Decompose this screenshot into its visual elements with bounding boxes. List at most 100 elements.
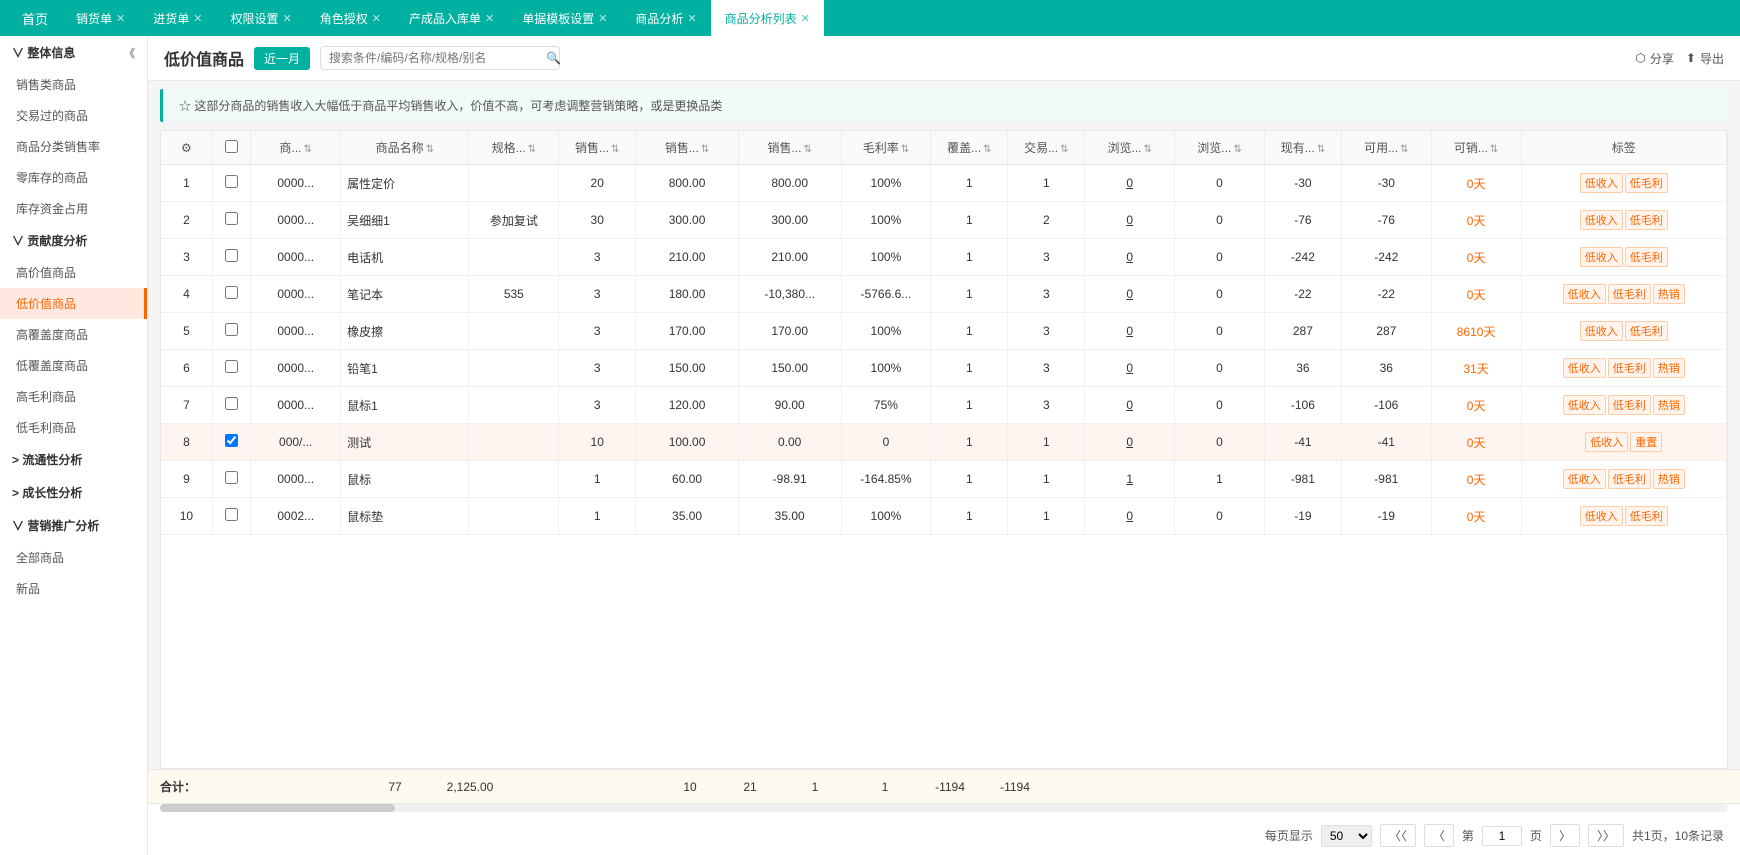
th-browse1[interactable]: 浏览...⇅ xyxy=(1085,131,1175,165)
sidebar-item-category-sales-rate[interactable]: 商品分类销售率 xyxy=(0,131,147,162)
cell-stock2: 287 xyxy=(1341,313,1431,350)
browse-link[interactable]: 0 xyxy=(1126,213,1133,227)
nav-role-auth[interactable]: 角色授权✕ xyxy=(306,0,395,36)
sidebar-item-low-coverage[interactable]: 低覆盖度商品 xyxy=(0,350,147,381)
row-checkbox[interactable] xyxy=(225,471,238,484)
prev-page-btn[interactable]: 〈 xyxy=(1424,824,1454,847)
total-stock1: -1194 xyxy=(920,780,980,794)
export-btn[interactable]: ⬆ 导出 xyxy=(1686,50,1724,67)
nav-close-icon[interactable]: ✕ xyxy=(372,12,381,25)
browse-link[interactable]: 0 xyxy=(1126,324,1133,338)
th-spec[interactable]: 规格...⇅ xyxy=(469,131,559,165)
th-settings[interactable]: ⚙ xyxy=(161,131,212,165)
first-page-btn[interactable]: 〈〈 xyxy=(1380,824,1416,847)
sidebar-collapse-icon[interactable]: 《 xyxy=(124,45,135,61)
nav-template[interactable]: 单据模板设置✕ xyxy=(508,0,621,36)
sidebar-section-overview[interactable]: ∨ 整体信息 《 xyxy=(0,36,147,69)
browse-link[interactable]: 0 xyxy=(1126,250,1133,264)
browse-link[interactable]: 0 xyxy=(1126,176,1133,190)
nav-close-icon[interactable]: ✕ xyxy=(801,12,810,25)
cell-cover: 1 xyxy=(931,276,1008,313)
th-sales-qty[interactable]: 销售...⇅ xyxy=(559,131,636,165)
row-checkbox[interactable] xyxy=(225,249,238,262)
nav-purchase-order[interactable]: 进货单✕ xyxy=(139,0,216,36)
next-page-btn[interactable]: 〉 xyxy=(1550,824,1580,847)
th-sales-avg[interactable]: 销售...⇅ xyxy=(738,131,841,165)
row-checkbox[interactable] xyxy=(225,323,238,336)
cell-stock2: -30 xyxy=(1341,165,1431,202)
sidebar-item-stock-capital[interactable]: 库存资金占用 xyxy=(0,193,147,224)
th-name[interactable]: 商品名称⇅ xyxy=(341,131,469,165)
row-checkbox[interactable] xyxy=(225,212,238,225)
browse-link[interactable]: 0 xyxy=(1126,509,1133,523)
per-page-select[interactable]: 50 100 200 xyxy=(1321,825,1372,847)
row-checkbox[interactable] xyxy=(225,360,238,373)
share-btn[interactable]: ⬡ 分享 xyxy=(1635,50,1674,67)
row-checkbox[interactable] xyxy=(225,434,238,447)
sidebar-item-low-margin[interactable]: 低毛利商品 xyxy=(0,412,147,443)
nav-close-icon[interactable]: ✕ xyxy=(283,12,292,25)
th-sales-amt[interactable]: 销售...⇅ xyxy=(636,131,739,165)
th-code[interactable]: 商...⇅ xyxy=(251,131,341,165)
sidebar-section-growth[interactable]: > 成长性分析 xyxy=(0,476,147,509)
row-checkbox[interactable] xyxy=(225,175,238,188)
search-input[interactable] xyxy=(320,46,560,70)
sidebar-item-low-value[interactable]: 低价值商品 xyxy=(0,288,147,319)
th-tags[interactable]: 标签 xyxy=(1521,131,1726,165)
nav-close-icon[interactable]: ✕ xyxy=(598,12,607,25)
sidebar-section-circulation[interactable]: > 流通性分析 xyxy=(0,443,147,476)
th-stock2[interactable]: 可用...⇅ xyxy=(1341,131,1431,165)
cell-sales-amt: 300.00 xyxy=(636,202,739,239)
page-suffix: 页 xyxy=(1530,827,1542,844)
horizontal-scrollbar[interactable] xyxy=(160,804,1728,812)
nav-close-icon[interactable]: ✕ xyxy=(485,12,494,25)
th-cover[interactable]: 覆盖...⇅ xyxy=(931,131,1008,165)
sidebar-item-new-products[interactable]: 新品 xyxy=(0,573,147,604)
page-input[interactable] xyxy=(1482,826,1522,846)
browse-link[interactable]: 0 xyxy=(1126,398,1133,412)
total-placeholder2 xyxy=(590,780,660,794)
nav-product-inbound[interactable]: 产成品入库单✕ xyxy=(395,0,508,36)
cell-sales-avg: -10,380... xyxy=(738,276,841,313)
nav-product-analysis-list[interactable]: 商品分析列表✕ xyxy=(711,0,824,36)
sidebar-item-traded-products[interactable]: 交易过的商品 xyxy=(0,100,147,131)
select-all-checkbox[interactable] xyxy=(225,140,238,153)
sidebar-item-all-products[interactable]: 全部商品 xyxy=(0,542,147,573)
browse-link[interactable]: 0 xyxy=(1126,287,1133,301)
nav-home[interactable]: 首页 xyxy=(8,0,62,36)
nav-close-icon[interactable]: ✕ xyxy=(116,12,125,25)
th-stock1[interactable]: 现有...⇅ xyxy=(1264,131,1341,165)
nav-product-analysis[interactable]: 商品分析✕ xyxy=(621,0,710,36)
th-margin[interactable]: 毛利率⇅ xyxy=(841,131,931,165)
sidebar-section-contribution[interactable]: ∨ 贡献度分析 xyxy=(0,224,147,257)
nav-close-icon[interactable]: ✕ xyxy=(193,12,202,25)
sidebar-section-marketing[interactable]: ∨ 营销推广分析 xyxy=(0,509,147,542)
browse-link[interactable]: 1 xyxy=(1126,472,1133,486)
sidebar-item-zero-stock[interactable]: 零库存的商品 xyxy=(0,162,147,193)
th-trade[interactable]: 交易...⇅ xyxy=(1008,131,1085,165)
row-checkbox[interactable] xyxy=(225,508,238,521)
cell-margin: 75% xyxy=(841,387,931,424)
th-sellable[interactable]: 可销...⇅ xyxy=(1431,131,1521,165)
page-title: 低价值商品 xyxy=(164,46,244,70)
th-browse2[interactable]: 浏览...⇅ xyxy=(1175,131,1265,165)
nav-permission[interactable]: 权限设置✕ xyxy=(216,0,305,36)
filter-recent-month-btn[interactable]: 近一月 xyxy=(254,47,310,70)
cell-sellable: 0天 xyxy=(1431,461,1521,498)
sidebar-item-high-coverage[interactable]: 高覆盖度商品 xyxy=(0,319,147,350)
search-icon[interactable]: 🔍 xyxy=(546,51,561,65)
browse-link[interactable]: 0 xyxy=(1126,435,1133,449)
sidebar-item-high-value[interactable]: 高价值商品 xyxy=(0,257,147,288)
sidebar-item-sales-products[interactable]: 销售类商品 xyxy=(0,69,147,100)
nav-sales-order[interactable]: 销货单✕ xyxy=(62,0,139,36)
last-page-btn[interactable]: 〉〉 xyxy=(1588,824,1624,847)
browse-link[interactable]: 0 xyxy=(1126,361,1133,375)
row-checkbox[interactable] xyxy=(225,286,238,299)
sidebar-item-high-margin[interactable]: 高毛利商品 xyxy=(0,381,147,412)
total-browse2: 1 xyxy=(850,780,920,794)
nav-close-icon[interactable]: ✕ xyxy=(687,12,696,25)
row-checkbox[interactable] xyxy=(225,397,238,410)
scrollbar-thumb[interactable] xyxy=(160,804,395,812)
cell-sales-amt: 800.00 xyxy=(636,165,739,202)
cell-sales-avg: -98.91 xyxy=(738,461,841,498)
